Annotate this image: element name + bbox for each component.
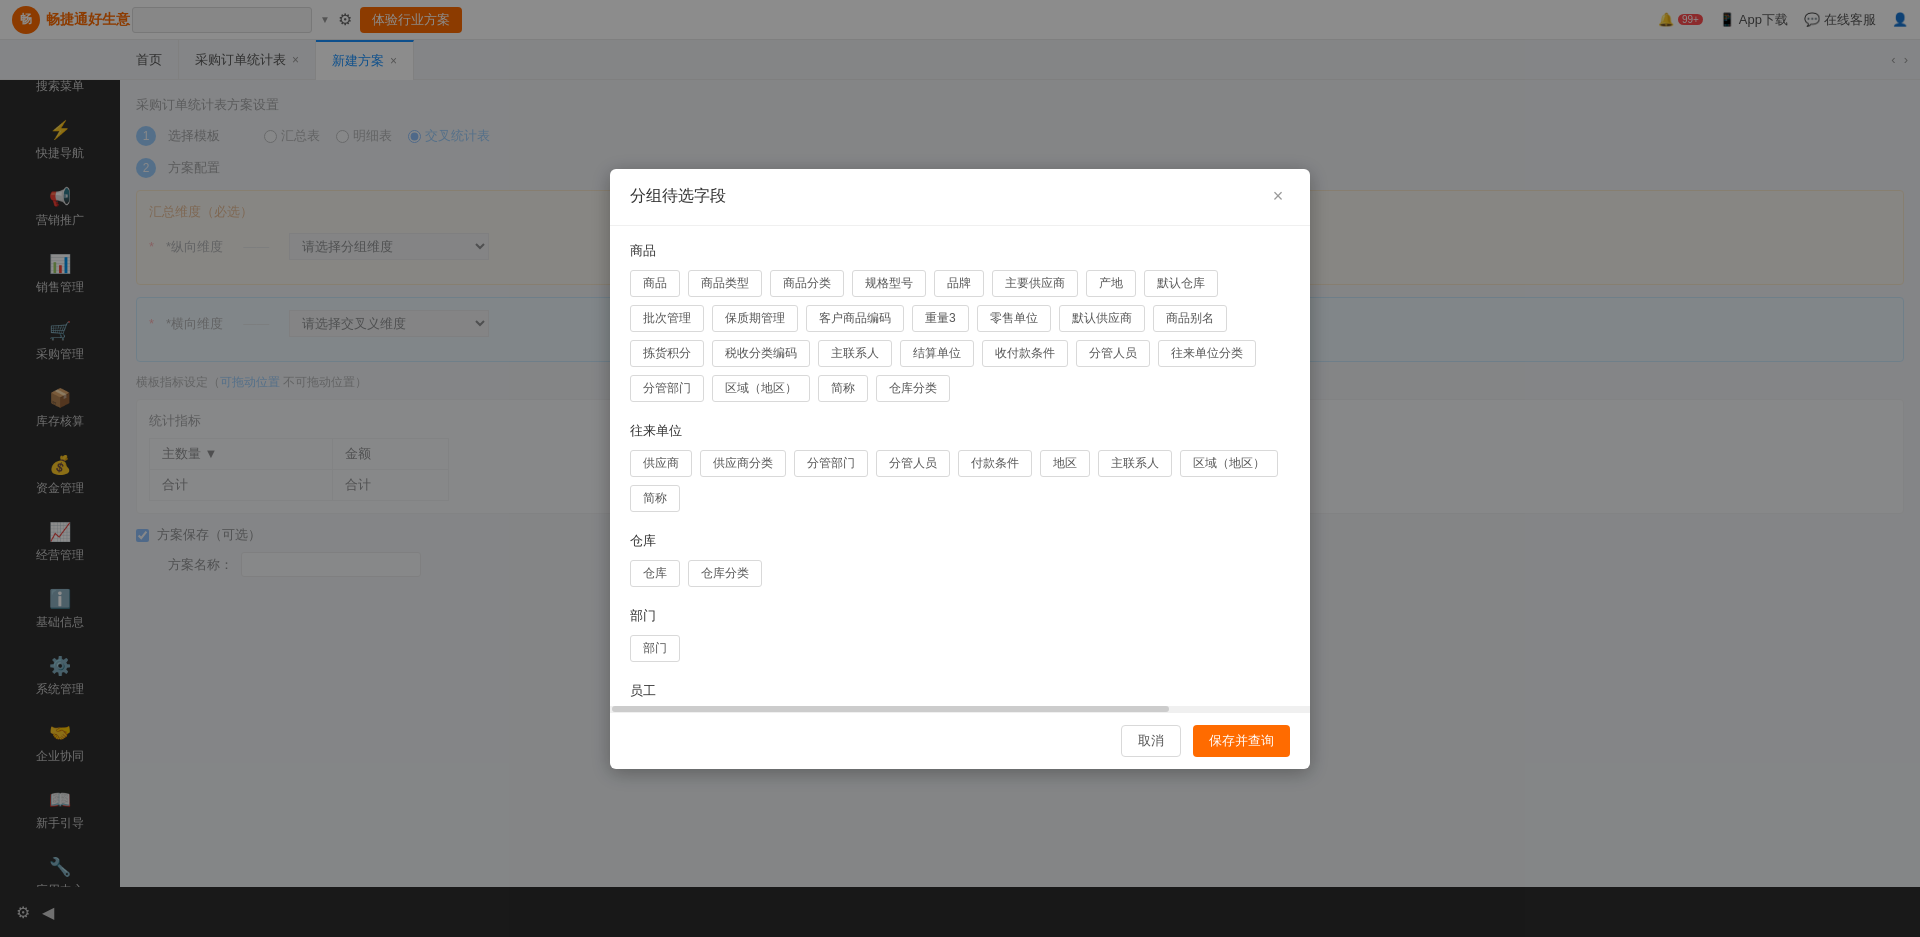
field-tag-warehouse-category[interactable]: 仓库分类 (876, 375, 950, 402)
field-tag-partner-dept[interactable]: 分管部门 (794, 450, 868, 477)
field-tag-payment-terms[interactable]: 收付款条件 (982, 340, 1068, 367)
modal-overlay: 分组待选字段 × 商品 商品 商品类型 商品分类 规格型号 品牌 主要供应商 产… (0, 0, 1920, 937)
modal-footer: 取消 保存并查询 (610, 712, 1310, 769)
field-select-modal: 分组待选字段 × 商品 商品 商品类型 商品分类 规格型号 品牌 主要供应商 产… (610, 169, 1310, 769)
section-partner-title: 往来单位 (630, 422, 1290, 440)
product-field-tags: 商品 商品类型 商品分类 规格型号 品牌 主要供应商 产地 默认仓库 批次管理 … (630, 270, 1290, 402)
field-tag-product-type[interactable]: 商品类型 (688, 270, 762, 297)
field-tag-warehouse[interactable]: 仓库 (630, 560, 680, 587)
field-tag-default-warehouse[interactable]: 默认仓库 (1144, 270, 1218, 297)
field-tag-batch-mgmt[interactable]: 批次管理 (630, 305, 704, 332)
field-tag-supplier[interactable]: 供应商 (630, 450, 692, 477)
field-tag-retail-unit[interactable]: 零售单位 (977, 305, 1051, 332)
modal-close-button[interactable]: × (1266, 185, 1290, 209)
field-tag-main-supplier[interactable]: 主要供应商 (992, 270, 1078, 297)
field-tag-partner-manager[interactable]: 分管人员 (876, 450, 950, 477)
field-tag-main-contact[interactable]: 主联系人 (818, 340, 892, 367)
section-department: 部门 部门 (630, 607, 1290, 662)
field-tag-alias[interactable]: 商品别名 (1153, 305, 1227, 332)
field-tag-area[interactable]: 地区 (1040, 450, 1090, 477)
section-product: 商品 商品 商品类型 商品分类 规格型号 品牌 主要供应商 产地 默认仓库 批次… (630, 242, 1290, 402)
field-tag-weight[interactable]: 重量3 (912, 305, 969, 332)
section-employee: 员工 业务员 (630, 682, 1290, 706)
field-tag-manager[interactable]: 分管人员 (1076, 340, 1150, 367)
field-tag-spec-model[interactable]: 规格型号 (852, 270, 926, 297)
field-tag-product[interactable]: 商品 (630, 270, 680, 297)
field-tag-brand[interactable]: 品牌 (934, 270, 984, 297)
field-tag-warehouse-cat[interactable]: 仓库分类 (688, 560, 762, 587)
warehouse-field-tags: 仓库 仓库分类 (630, 560, 1290, 587)
section-warehouse: 仓库 仓库 仓库分类 (630, 532, 1290, 587)
partner-field-tags: 供应商 供应商分类 分管部门 分管人员 付款条件 地区 主联系人 区域（地区） … (630, 450, 1290, 512)
field-tag-expiry-mgmt[interactable]: 保质期管理 (712, 305, 798, 332)
field-tag-tax-code[interactable]: 税收分类编码 (712, 340, 810, 367)
section-product-title: 商品 (630, 242, 1290, 260)
modal-title: 分组待选字段 (630, 186, 726, 207)
modal-header: 分组待选字段 × (610, 169, 1310, 226)
section-department-title: 部门 (630, 607, 1290, 625)
field-tag-region[interactable]: 区域（地区） (712, 375, 810, 402)
field-tag-payment-condition[interactable]: 付款条件 (958, 450, 1032, 477)
field-tag-origin[interactable]: 产地 (1086, 270, 1136, 297)
field-tag-abbr[interactable]: 简称 (818, 375, 868, 402)
confirm-button[interactable]: 保存并查询 (1193, 725, 1290, 757)
field-tag-partner-category[interactable]: 往来单位分类 (1158, 340, 1256, 367)
section-partner: 往来单位 供应商 供应商分类 分管部门 分管人员 付款条件 地区 主联系人 区域… (630, 422, 1290, 512)
field-tag-settlement-unit[interactable]: 结算单位 (900, 340, 974, 367)
field-tag-dept[interactable]: 分管部门 (630, 375, 704, 402)
department-field-tags: 部门 (630, 635, 1290, 662)
field-tag-partner-abbr[interactable]: 简称 (630, 485, 680, 512)
field-tag-product-category[interactable]: 商品分类 (770, 270, 844, 297)
field-tag-partner-region[interactable]: 区域（地区） (1180, 450, 1278, 477)
field-tag-department[interactable]: 部门 (630, 635, 680, 662)
modal-body: 商品 商品 商品类型 商品分类 规格型号 品牌 主要供应商 产地 默认仓库 批次… (610, 226, 1310, 706)
field-tag-customer-code[interactable]: 客户商品编码 (806, 305, 904, 332)
field-tag-pick-points[interactable]: 拣货积分 (630, 340, 704, 367)
field-tag-default-supplier[interactable]: 默认供应商 (1059, 305, 1145, 332)
field-tag-supplier-category[interactable]: 供应商分类 (700, 450, 786, 477)
section-employee-title: 员工 (630, 682, 1290, 700)
section-warehouse-title: 仓库 (630, 532, 1290, 550)
field-tag-partner-contact[interactable]: 主联系人 (1098, 450, 1172, 477)
cancel-button[interactable]: 取消 (1121, 725, 1181, 757)
